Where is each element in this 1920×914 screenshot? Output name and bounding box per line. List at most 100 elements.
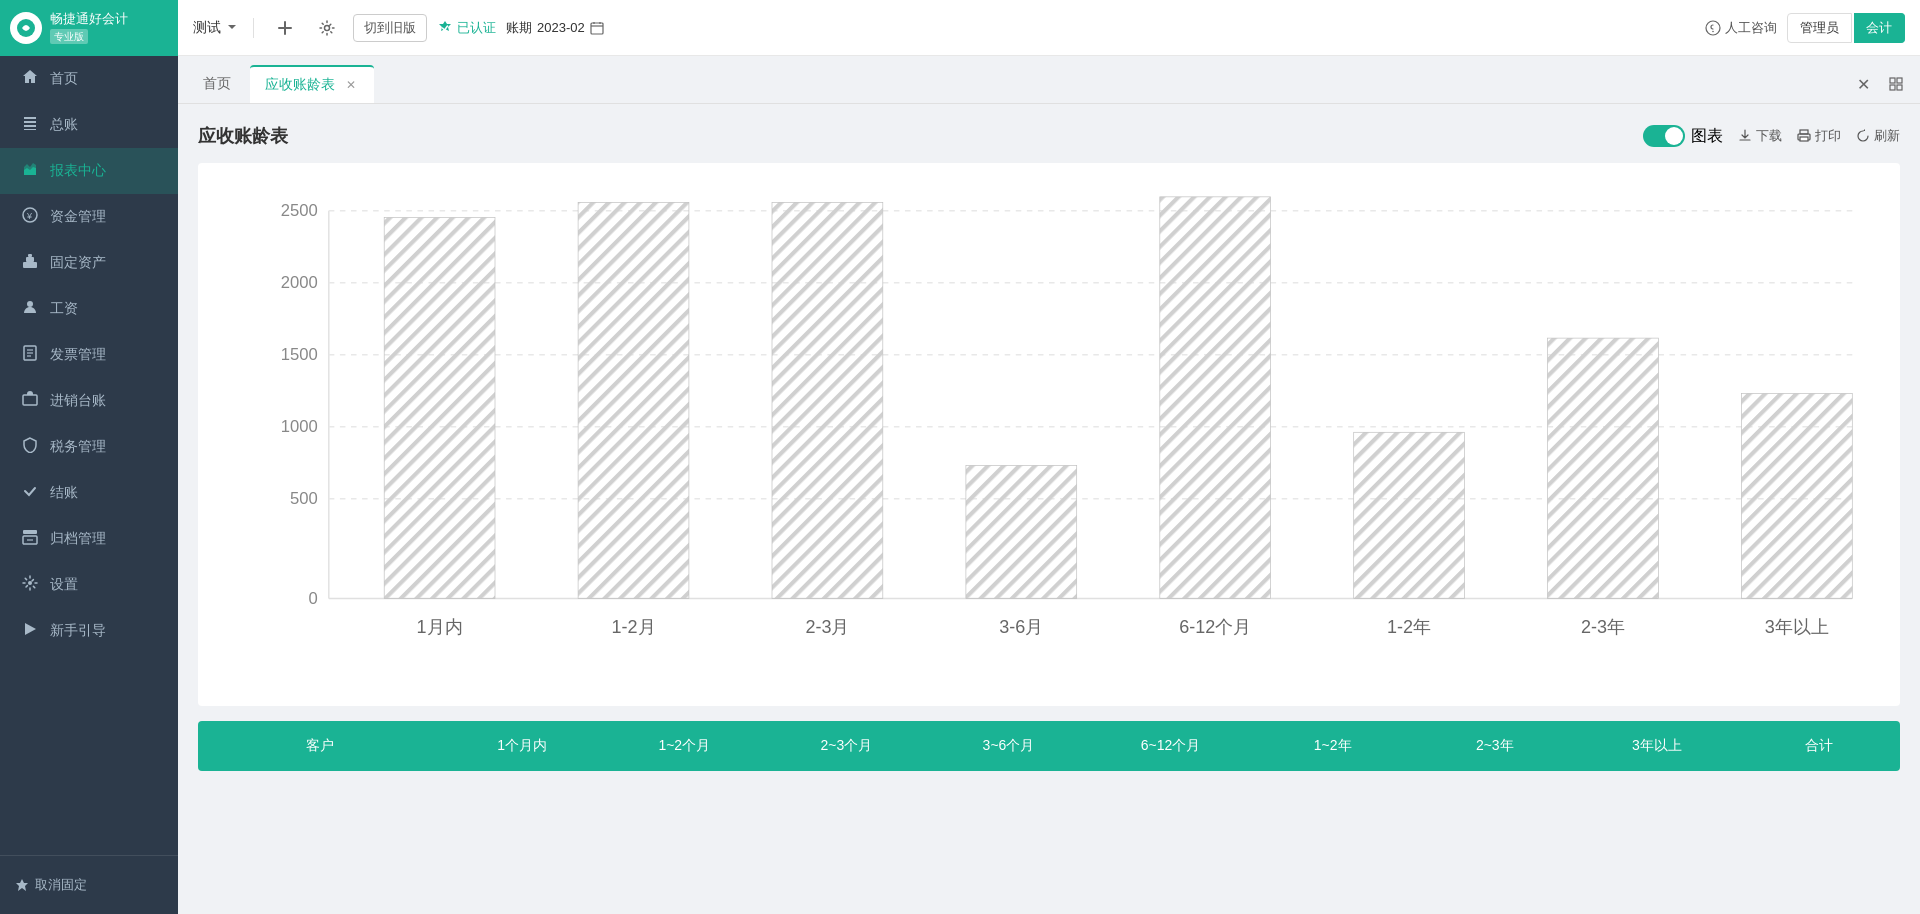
period-label: 账期 <box>506 19 532 37</box>
svg-rect-15 <box>23 395 37 405</box>
sidebar-pin-button[interactable]: 取消固定 <box>0 866 178 904</box>
col-customer: 客户 <box>198 721 441 771</box>
svg-text:¥: ¥ <box>26 211 33 221</box>
svg-rect-31 <box>1890 85 1895 90</box>
svg-rect-51 <box>772 202 883 598</box>
svg-rect-55 <box>1548 338 1659 598</box>
sidebar-item-settle[interactable]: 结账 <box>0 470 178 516</box>
svg-rect-4 <box>24 129 36 130</box>
sidebar-item-label: 报表中心 <box>50 162 106 180</box>
settings-icon <box>20 575 40 595</box>
page-title: 应收账龄表 <box>198 124 288 148</box>
tab-close-icon[interactable]: ✕ <box>343 77 359 93</box>
svg-rect-16 <box>23 530 37 534</box>
add-button[interactable] <box>269 12 301 44</box>
settings-button[interactable] <box>311 12 343 44</box>
svg-rect-7 <box>23 262 37 268</box>
workspace-selector[interactable]: 测试 <box>193 19 238 37</box>
invoice-icon <box>20 345 40 365</box>
chart-toggle-label: 图表 <box>1691 126 1723 147</box>
sidebar-item-settings[interactable]: 设置 <box>0 562 178 608</box>
svg-text:3-6月: 3-6月 <box>999 617 1043 637</box>
sidebar-item-tax[interactable]: 税务管理 <box>0 424 178 470</box>
sidebar-logo: 畅捷通好会计 专业版 <box>0 0 178 56</box>
chart-toggle[interactable]: 图表 <box>1643 125 1723 147</box>
col-1-2month: 1~2个月 <box>603 721 765 771</box>
svg-rect-23 <box>591 23 603 34</box>
col-2-3year: 2~3年 <box>1414 721 1576 771</box>
sidebar-item-label: 发票管理 <box>50 346 106 364</box>
sidebar-item-home[interactable]: 首页 <box>0 56 178 102</box>
svg-rect-8 <box>26 257 34 262</box>
svg-text:1000: 1000 <box>281 417 318 436</box>
tax-icon <box>20 437 40 457</box>
svg-text:2-3年: 2-3年 <box>1581 617 1625 637</box>
svg-text:2500: 2500 <box>281 201 318 220</box>
col-total: 合计 <box>1738 721 1900 771</box>
assets-icon <box>20 253 40 273</box>
svg-rect-9 <box>28 254 32 257</box>
svg-text:2-3月: 2-3月 <box>805 617 849 637</box>
svg-text:500: 500 <box>290 489 318 508</box>
svg-rect-56 <box>1741 394 1852 599</box>
sidebar-item-label: 税务管理 <box>50 438 106 456</box>
sidebar-item-invoice[interactable]: 发票管理 <box>0 332 178 378</box>
toggle-track[interactable] <box>1643 125 1685 147</box>
sidebar-item-archive[interactable]: 归档管理 <box>0 516 178 562</box>
svg-point-28 <box>1712 30 1714 32</box>
svg-text:1-2月: 1-2月 <box>611 617 655 637</box>
accountant-button[interactable]: 会计 <box>1854 13 1905 43</box>
sidebar-item-ledger[interactable]: 总账 <box>0 102 178 148</box>
sidebar-item-label: 固定资产 <box>50 254 106 272</box>
period-value: 2023-02 <box>537 20 585 35</box>
svg-text:1500: 1500 <box>281 345 318 364</box>
report-icon <box>20 161 40 181</box>
close-tab-button[interactable]: ✕ <box>1849 70 1877 98</box>
sidebar-item-trade[interactable]: 进销台账 <box>0 378 178 424</box>
svg-point-22 <box>325 25 330 30</box>
col-6-12month: 6~12个月 <box>1090 721 1252 771</box>
sidebar-item-report[interactable]: 报表中心 <box>0 148 178 194</box>
svg-rect-2 <box>24 121 36 123</box>
download-button[interactable]: 下载 <box>1738 127 1782 145</box>
sidebar-item-label: 设置 <box>50 576 78 594</box>
sidebar-item-label: 总账 <box>50 116 78 134</box>
expand-button[interactable] <box>1882 70 1910 98</box>
old-version-button[interactable]: 切到旧版 <box>353 14 427 42</box>
sidebar-item-assets[interactable]: 固定资产 <box>0 240 178 286</box>
refresh-button[interactable]: 刷新 <box>1856 127 1900 145</box>
col-2-3month: 2~3个月 <box>765 721 927 771</box>
table-container: 客户 1个月内 1~2个月 2~3个月 3~6个月 6~12个月 1~2年 2~… <box>198 721 1900 771</box>
svg-rect-32 <box>1897 85 1902 90</box>
tabbar: 首页 应收账龄表 ✕ ✕ <box>178 56 1920 104</box>
svg-marker-20 <box>25 623 36 635</box>
col-1-2year: 1~2年 <box>1252 721 1414 771</box>
settle-icon <box>20 483 40 503</box>
sidebar-item-guide[interactable]: 新手引导 <box>0 608 178 654</box>
svg-rect-1 <box>24 117 36 119</box>
manager-button[interactable]: 管理员 <box>1787 13 1852 43</box>
col-1month: 1个月内 <box>441 721 603 771</box>
content-area: 应收账龄表 图表 下载 打印 刷新 <box>178 104 1920 914</box>
tab-ar-aging-label: 应收账龄表 <box>265 76 335 94</box>
sidebar-item-label: 进销台账 <box>50 392 106 410</box>
svg-rect-54 <box>1354 432 1465 598</box>
period-selector[interactable]: 账期 2023-02 <box>506 19 604 37</box>
svg-text:3年以上: 3年以上 <box>1765 617 1829 637</box>
sidebar-item-fund[interactable]: ¥ 资金管理 <box>0 194 178 240</box>
tab-home[interactable]: 首页 <box>188 65 246 103</box>
tabbar-actions: ✕ <box>1849 70 1910 98</box>
tab-ar-aging[interactable]: 应收账龄表 ✕ <box>250 65 374 103</box>
sidebar: 畅捷通好会计 专业版 首页 总账 报表中心 ¥ <box>0 0 178 914</box>
svg-point-19 <box>28 581 32 585</box>
sidebar-item-salary[interactable]: 工资 <box>0 286 178 332</box>
page-header: 应收账龄表 图表 下载 打印 刷新 <box>198 124 1900 148</box>
sidebar-item-label: 资金管理 <box>50 208 106 226</box>
print-button[interactable]: 打印 <box>1797 127 1841 145</box>
consult-button[interactable]: 人工咨询 <box>1705 19 1777 37</box>
home-icon <box>20 69 40 89</box>
svg-rect-29 <box>1890 78 1895 83</box>
sidebar-bottom: 取消固定 <box>0 855 178 914</box>
svg-marker-21 <box>16 879 28 891</box>
sidebar-item-label: 归档管理 <box>50 530 106 548</box>
